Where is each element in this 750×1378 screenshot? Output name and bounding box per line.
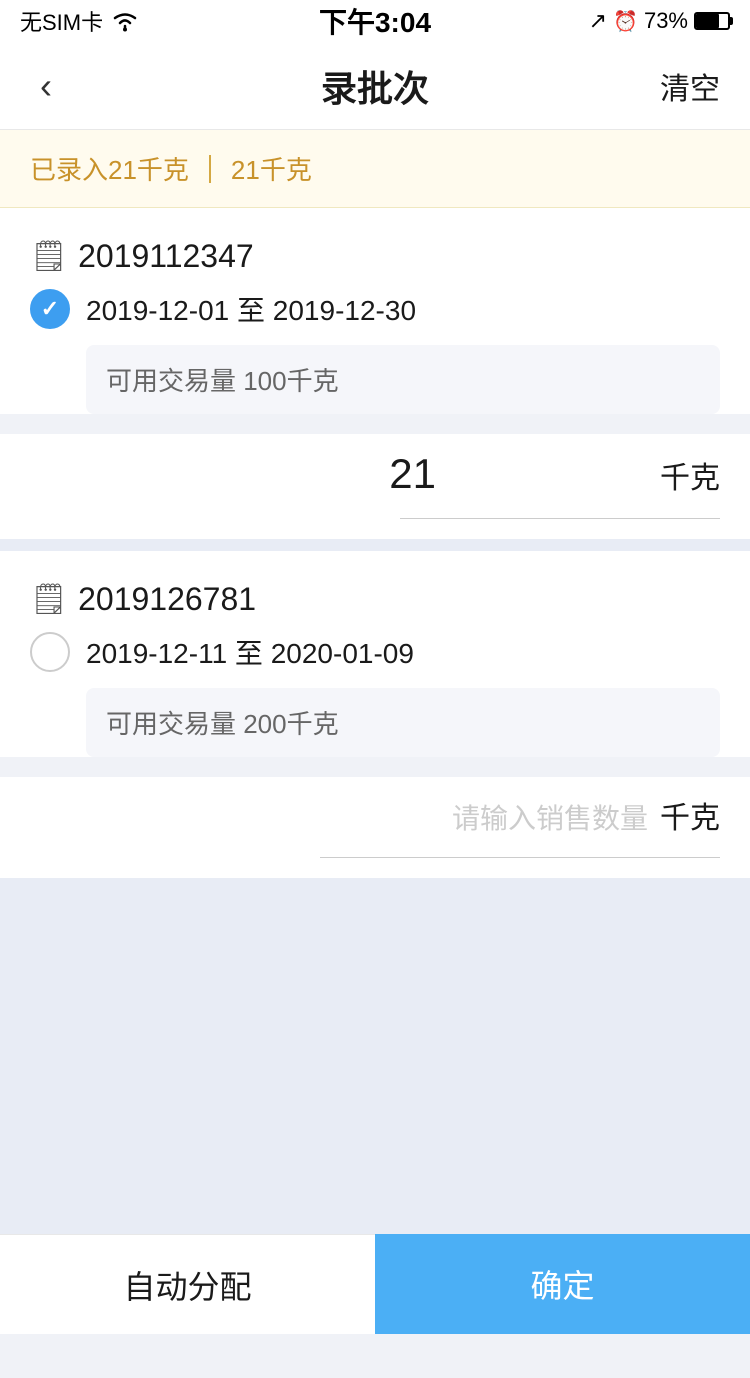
item2-row[interactable]: 2019-12-11 至 2020-01-09 [30,632,720,672]
info-banner-divider [209,155,211,183]
item2-unit: 千克 [660,793,720,837]
bottom-bar: 自动分配 确定 [0,1234,750,1334]
item2-header: 🗒 2019126781 [30,581,720,618]
item1-radio[interactable]: ✓ [30,289,70,329]
item1-amount-wrapper: 21 千克 [0,434,750,539]
wifi-icon [111,10,139,32]
item2-card: 🗒 2019126781 2019-12-11 至 2020-01-09 可用交… [0,551,750,757]
item2-radio[interactable] [30,632,70,672]
item1-avail-text: 可用交易量 100千克 [106,366,339,396]
status-bar-time: 下午3:04 [319,1,431,41]
location-icon: ↗ [589,8,607,34]
clear-button[interactable]: 清空 [660,64,720,108]
status-bar: 无SIM卡 下午3:04 ↗ ⏰ 73% [0,0,750,42]
item2-avail-text: 可用交易量 200千克 [106,709,339,739]
item1-amount-row: 21 千克 [0,434,750,518]
item1-date: 2019-12-01 至 2019-12-30 [86,289,416,329]
battery-icon [694,12,730,30]
page-title: 录批次 [321,60,429,112]
back-button[interactable]: ‹ [30,55,62,117]
section-divider [0,539,750,551]
item2-doc-icon: 🗒 [30,582,68,617]
carrier-label: 无SIM卡 [20,5,103,37]
item2-amount-wrapper: 请输入销售数量 千克 [0,777,750,878]
item2-date: 2019-12-11 至 2020-01-09 [86,632,414,672]
empty-area [0,878,750,1278]
item1-amount: 21 [389,450,436,498]
nav-bar: ‹ 录批次 清空 [0,42,750,130]
status-bar-right: ↗ ⏰ 73% [589,8,730,34]
item1-avail-box: 可用交易量 100千克 [86,345,720,414]
item1-header: 🗒 2019112347 [30,238,720,275]
item1-check-icon: ✓ [41,296,59,322]
alarm-icon: ⏰ [613,9,638,34]
info-banner-value: 21千克 [231,150,312,187]
item2-avail-box: 可用交易量 200千克 [86,688,720,757]
confirm-button[interactable]: 确定 [375,1234,750,1334]
status-bar-left: 无SIM卡 [20,5,139,37]
item1-card: 🗒 2019112347 ✓ 2019-12-01 至 2019-12-30 可… [0,208,750,414]
info-banner: 已录入21千克 21千克 [0,130,750,208]
auto-distribute-button[interactable]: 自动分配 [0,1234,375,1334]
item2-input-placeholder[interactable]: 请输入销售数量 [452,797,648,837]
item1-doc-icon: 🗒 [30,239,68,274]
item2-id: 2019126781 [78,581,256,618]
battery-percent: 73% [644,8,688,34]
item2-input-row: 请输入销售数量 千克 [0,777,750,857]
item1-unit: 千克 [660,453,720,497]
item1-row[interactable]: ✓ 2019-12-01 至 2019-12-30 [30,289,720,329]
item1-id: 2019112347 [78,238,254,275]
info-banner-label: 已录入21千克 [30,150,189,187]
